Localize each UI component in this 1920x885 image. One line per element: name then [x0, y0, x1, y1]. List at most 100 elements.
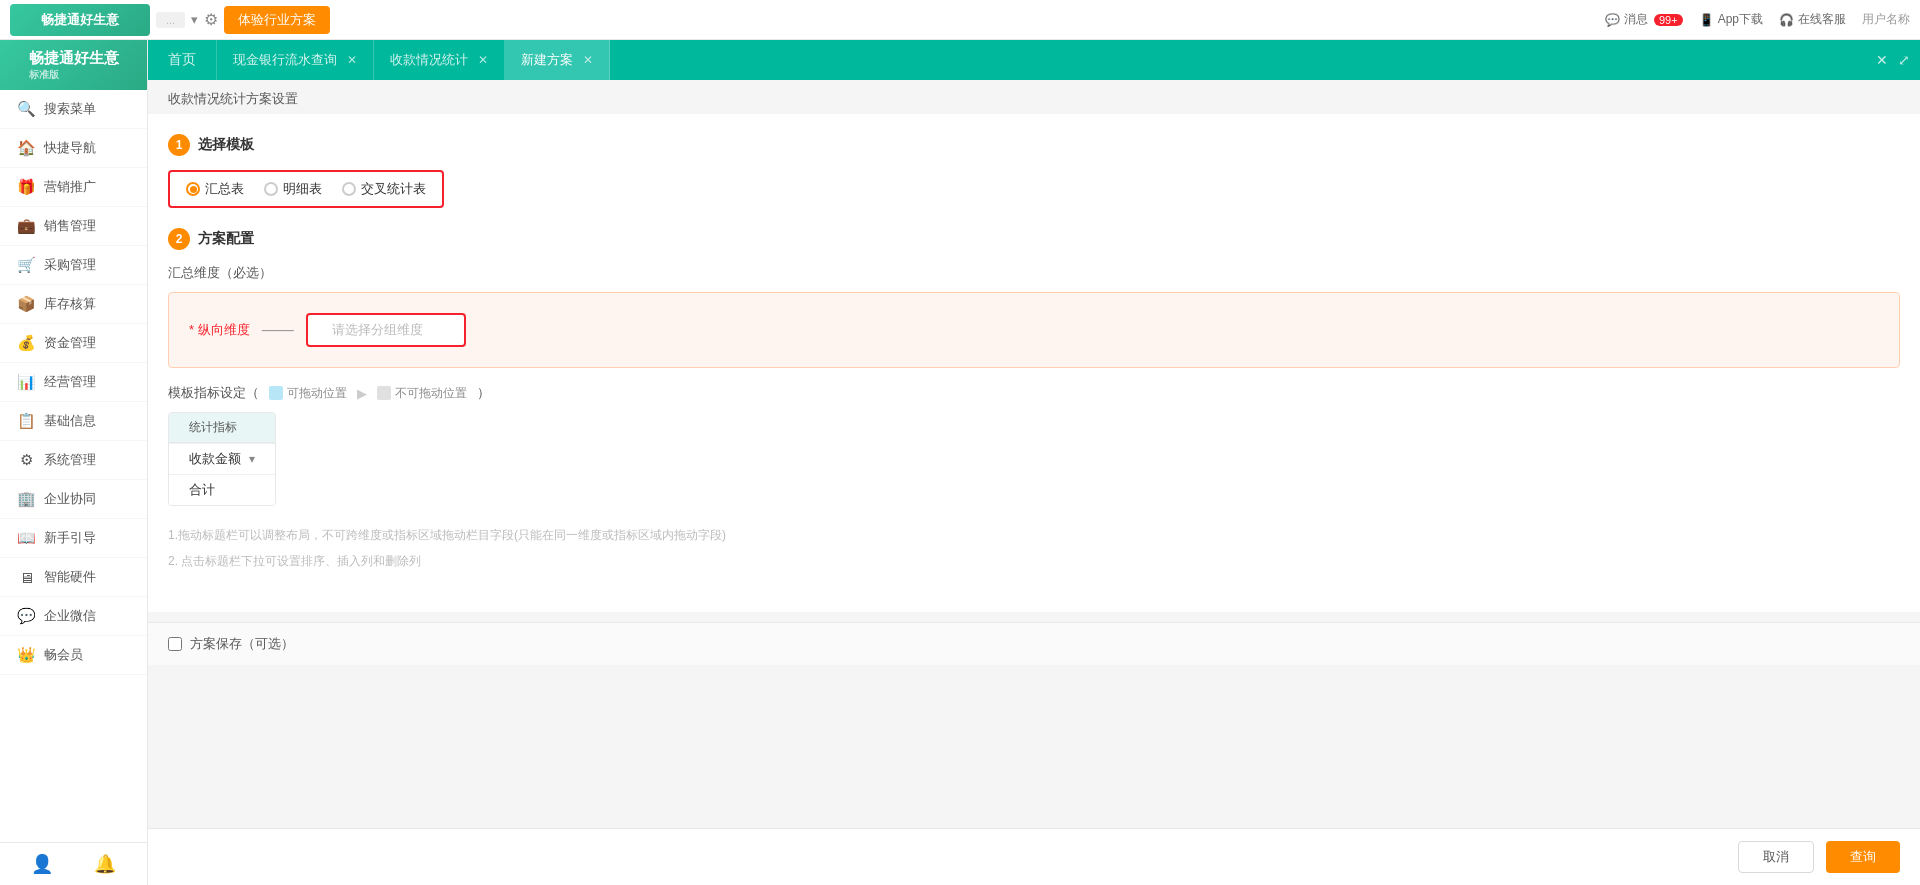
app-logo: 畅捷通好生意: [10, 4, 150, 36]
sidebar-item-newbie[interactable]: 📖 新手引导: [0, 519, 147, 558]
metric-settings-section: 模板指标设定（ 可拖动位置 ▶ 不可拖动位置 ）: [168, 384, 1900, 509]
sidebar-label-newbie: 新手引导: [44, 529, 96, 547]
metric-table-header: 统计指标: [169, 413, 275, 443]
sidebar-item-corp-wechat[interactable]: 💬 企业微信: [0, 597, 147, 636]
sidebar-item-purchase[interactable]: 🛒 采购管理: [0, 246, 147, 285]
sidebar-item-search-menu[interactable]: 🔍 搜索菜单: [0, 90, 147, 129]
sidebar-item-operation[interactable]: 📊 经营管理: [0, 363, 147, 402]
briefcase-icon: 💼: [16, 217, 36, 235]
tab-collection-stats-close[interactable]: ✕: [478, 53, 488, 67]
summary-dimension-title: 汇总维度（必选）: [168, 264, 1900, 282]
industry-btn[interactable]: 体验行业方案: [224, 6, 330, 34]
sidebar-logo: 畅捷通好生意 标准版: [0, 40, 147, 90]
logo-text: 畅捷通好生意: [41, 11, 119, 29]
metric-label-total: 合计: [189, 481, 215, 499]
user-name[interactable]: 用户名称: [1862, 11, 1910, 28]
metric-close-paren: ）: [477, 384, 490, 402]
building-icon: 🏢: [16, 490, 36, 508]
metric-row-collection-amount: 收款金额 ▾: [169, 443, 275, 474]
summary-dimension-section: 汇总维度（必选） 纵向维度 —— 请选择分组维度: [168, 264, 1900, 368]
tab-new-plan-label: 新建方案: [521, 51, 573, 69]
sidebar-label-search-menu: 搜索菜单: [44, 100, 96, 118]
metric-settings-title: 模板指标设定（ 可拖动位置 ▶ 不可拖动位置 ）: [168, 384, 1900, 402]
dimension-select-placeholder: 请选择分组维度: [332, 322, 423, 337]
query-button[interactable]: 查询: [1826, 841, 1900, 873]
sidebar-item-basic-info[interactable]: 📋 基础信息: [0, 402, 147, 441]
dimension-area: 纵向维度 —— 请选择分组维度: [168, 292, 1900, 368]
sidebar-label-basic-info: 基础信息: [44, 412, 96, 430]
metric-dropdown-icon[interactable]: ▾: [249, 452, 255, 466]
radio-summary-label: 汇总表: [205, 180, 244, 198]
notification-icon[interactable]: 🔔: [94, 853, 116, 875]
tab-bar: 首页 现金银行流水查询 ✕ 收款情况统计 ✕ 新建方案 ✕ ✕ ⤢: [148, 40, 1920, 80]
tab-new-plan-close[interactable]: ✕: [583, 53, 593, 67]
message-icon: 💬: [1605, 13, 1620, 27]
sidebar-item-smart-hw[interactable]: 🖥 智能硬件: [0, 558, 147, 597]
book-icon: 📖: [16, 529, 36, 547]
sidebar-item-quick-nav[interactable]: 🏠 快捷导航: [0, 129, 147, 168]
sidebar-label-system: 系统管理: [44, 451, 96, 469]
tab-bank-flow[interactable]: 现金银行流水查询 ✕: [217, 40, 374, 80]
tab-bank-flow-close[interactable]: ✕: [347, 53, 357, 67]
sidebar-label-purchase: 采购管理: [44, 256, 96, 274]
radio-detail-label: 明细表: [283, 180, 322, 198]
page-content: 收款情况统计方案设置 1 选择模板 汇总表: [148, 80, 1920, 828]
gear-icon[interactable]: ⚙: [204, 10, 218, 29]
tab-home-label: 首页: [168, 51, 196, 69]
sidebar-label-quick-nav: 快捷导航: [44, 139, 96, 157]
sidebar-label-inventory: 库存核算: [44, 295, 96, 313]
crown-icon: 👑: [16, 646, 36, 664]
edition-label: 标准版: [29, 68, 119, 82]
sidebar: 畅捷通好生意 标准版 🔍 搜索菜单 🏠 快捷导航 🎁 营销推广 💼 销售管理 🛒…: [0, 40, 148, 885]
sidebar-item-system[interactable]: ⚙ 系统管理: [0, 441, 147, 480]
step1-title: 1 选择模板: [168, 134, 1900, 156]
page-body: 1 选择模板 汇总表 明细表: [148, 114, 1920, 612]
settings-icon: ⚙: [16, 451, 36, 469]
tab-home[interactable]: 首页: [148, 40, 217, 80]
save-checkbox[interactable]: [168, 637, 182, 651]
sidebar-item-sales[interactable]: 💼 销售管理: [0, 207, 147, 246]
chevron-down-icon[interactable]: ▾: [191, 12, 198, 27]
messages-section[interactable]: 💬 消息 99+: [1605, 11, 1683, 28]
radio-summary[interactable]: 汇总表: [186, 180, 244, 198]
online-service[interactable]: 🎧 在线客服: [1779, 11, 1846, 28]
radio-cross[interactable]: 交叉统计表: [342, 180, 426, 198]
user-icon[interactable]: 👤: [31, 853, 53, 875]
sidebar-item-corp-collab[interactable]: 🏢 企业协同: [0, 480, 147, 519]
top-bar: 畅捷通好生意 ... ▾ ⚙ 体验行业方案 💬 消息 99+ 📱 App下载 🎧…: [0, 0, 1920, 40]
tab-new-plan[interactable]: 新建方案 ✕: [505, 40, 610, 80]
close-window-icon[interactable]: ✕: [1876, 52, 1888, 68]
dimension-row-vertical: 纵向维度 —— 请选择分组维度: [189, 313, 1879, 347]
main-layout: 畅捷通好生意 标准版 🔍 搜索菜单 🏠 快捷导航 🎁 营销推广 💼 销售管理 🛒…: [0, 40, 1920, 885]
dimension-select[interactable]: 请选择分组维度: [306, 313, 466, 347]
app-download-label: App下载: [1718, 11, 1763, 28]
sidebar-item-inventory[interactable]: 📦 库存核算: [0, 285, 147, 324]
tab-collection-stats[interactable]: 收款情况统计 ✕: [374, 40, 505, 80]
save-label: 方案保存（可选）: [190, 635, 294, 653]
sidebar-label-corp-wechat: 企业微信: [44, 607, 96, 625]
page-header: 收款情况统计方案设置: [148, 80, 1920, 114]
metric-row-total: 合计: [169, 474, 275, 505]
non-draggable-dot: [377, 386, 391, 400]
search-icon: 🔍: [16, 100, 36, 118]
sidebar-label-operation: 经营管理: [44, 373, 96, 391]
content-area: 首页 现金银行流水查询 ✕ 收款情况统计 ✕ 新建方案 ✕ ✕ ⤢ 收款情况统计…: [148, 40, 1920, 885]
sidebar-label-marketing: 营销推广: [44, 178, 96, 196]
footer-bar: 取消 查询: [148, 828, 1920, 885]
tips-section: 1.拖动标题栏可以调整布局，不可跨维度或指标区域拖动栏目字段(只能在同一维度或指…: [168, 525, 1900, 572]
step1-label: 选择模板: [198, 136, 254, 154]
radio-cross-circle: [342, 182, 356, 196]
cancel-button[interactable]: 取消: [1738, 841, 1814, 873]
sidebar-item-finance[interactable]: 💰 资金管理: [0, 324, 147, 363]
tab-bar-end: ✕ ⤢: [1866, 40, 1920, 80]
radio-detail-circle: [264, 182, 278, 196]
clipboard-icon: 📋: [16, 412, 36, 430]
chart-icon: 📊: [16, 373, 36, 391]
cart-icon: 🛒: [16, 256, 36, 274]
sidebar-item-marketing[interactable]: 🎁 营销推广: [0, 168, 147, 207]
radio-detail[interactable]: 明细表: [264, 180, 322, 198]
maximize-icon[interactable]: ⤢: [1898, 52, 1910, 68]
radio-summary-circle: [186, 182, 200, 196]
sidebar-item-member[interactable]: 👑 畅会员: [0, 636, 147, 675]
app-download[interactable]: 📱 App下载: [1699, 11, 1763, 28]
